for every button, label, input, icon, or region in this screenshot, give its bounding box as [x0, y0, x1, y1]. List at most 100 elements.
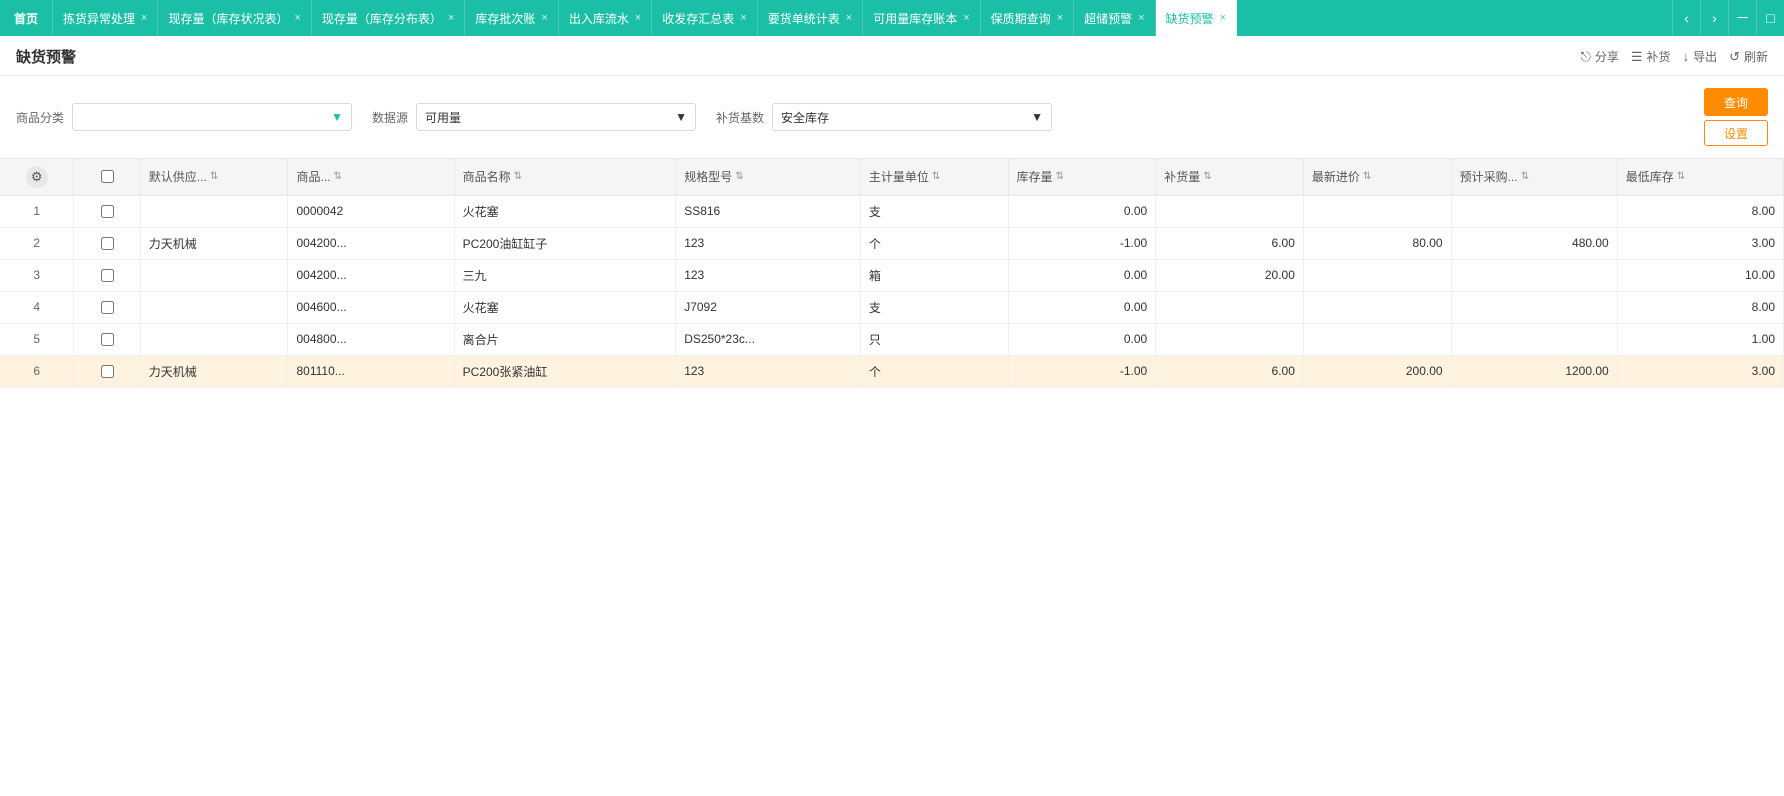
- col-purchase-sort-icon: ⇅: [1521, 171, 1529, 182]
- query-button[interactable]: 查询: [1704, 88, 1768, 116]
- nav-tab-10-close[interactable]: ×: [1138, 12, 1144, 24]
- col-price-sort-icon: ⇅: [1363, 171, 1371, 182]
- row-price: [1303, 195, 1451, 227]
- row-purchase: [1451, 195, 1617, 227]
- nav-tab-6-close[interactable]: ×: [740, 12, 746, 24]
- nav-tab-6[interactable]: 收发存汇总表 ×: [652, 0, 757, 36]
- row-stock: -1.00: [1008, 355, 1156, 387]
- nav-tab-5[interactable]: 出入库流水 ×: [559, 0, 652, 36]
- category-arrow-icon: ▼: [331, 110, 343, 124]
- row-supplier: 力天机械: [140, 227, 288, 259]
- row-purchase: 1200.00: [1451, 355, 1617, 387]
- col-header-replenish[interactable]: 补货量 ⇅: [1156, 159, 1304, 195]
- row-purchase: [1451, 259, 1617, 291]
- nav-tab-2[interactable]: 现存量（库存状况表） ×: [158, 0, 311, 36]
- row-index: 3: [0, 259, 74, 291]
- row-minstock: 8.00: [1617, 195, 1783, 227]
- nav-tab-3-close[interactable]: ×: [448, 12, 454, 24]
- category-filter-group: 商品分类 ▼: [16, 103, 352, 131]
- table-row: 3 004200... 三九 123 箱 0.00 20.00 10.00: [0, 259, 1784, 291]
- row-stock: 0.00: [1008, 195, 1156, 227]
- nav-tab-home-label: 首页: [14, 10, 38, 27]
- nav-tab-9-close[interactable]: ×: [1057, 12, 1063, 24]
- row-checkbox[interactable]: [101, 333, 114, 346]
- table-row: 5 004800... 离合片 DS250*23c... 只 0.00 1.00: [0, 323, 1784, 355]
- nav-tab-9-label: 保质期查询: [991, 10, 1051, 27]
- row-checkbox[interactable]: [101, 205, 114, 218]
- table-row: 6 力天机械 801110... PC200张紧油缸 123 个 -1.00 6…: [0, 355, 1784, 387]
- column-settings-icon[interactable]: ⚙: [26, 166, 48, 188]
- col-header-stock[interactable]: 库存量 ⇅: [1008, 159, 1156, 195]
- category-select[interactable]: ▼: [72, 103, 352, 131]
- row-replenish: 6.00: [1156, 227, 1304, 259]
- row-code: 004200...: [288, 259, 454, 291]
- share-button[interactable]: ⎋ 分享: [1581, 48, 1619, 65]
- refresh-icon: ↺: [1729, 49, 1740, 65]
- page-title: 缺货预警: [16, 46, 76, 67]
- nav-tab-8-close[interactable]: ×: [963, 12, 969, 24]
- col-header-purchase[interactable]: 预计采购... ⇅: [1451, 159, 1617, 195]
- nav-tab-9[interactable]: 保质期查询 ×: [981, 0, 1074, 36]
- datasource-value: 可用量: [425, 109, 461, 126]
- export-button[interactable]: ↓ 导出: [1683, 48, 1718, 65]
- nav-tab-2-close[interactable]: ×: [294, 12, 300, 24]
- row-checkbox[interactable]: [101, 365, 114, 378]
- row-code: 004200...: [288, 227, 454, 259]
- nav-tab-10[interactable]: 超储预警 ×: [1074, 0, 1155, 36]
- refresh-button[interactable]: ↺ 刷新: [1729, 48, 1768, 65]
- nav-tab-4-close[interactable]: ×: [541, 12, 547, 24]
- col-header-name[interactable]: 商品名称 ⇅: [454, 159, 676, 195]
- col-header-price[interactable]: 最新进价 ⇅: [1303, 159, 1451, 195]
- col-replenish-sort-icon: ⇅: [1203, 171, 1211, 182]
- col-header-supplier[interactable]: 默认供应... ⇅: [140, 159, 288, 195]
- row-price: [1303, 323, 1451, 355]
- replenish-button[interactable]: ☰ 补货: [1631, 48, 1671, 65]
- nav-tab-4-label: 库存批次账: [475, 10, 535, 27]
- nav-tab-7-close[interactable]: ×: [846, 12, 852, 24]
- replenish-base-arrow-icon: ▼: [1031, 110, 1043, 124]
- row-replenish: [1156, 323, 1304, 355]
- col-header-spec[interactable]: 规格型号 ⇅: [676, 159, 861, 195]
- nav-tab-10-label: 超储预警: [1084, 10, 1132, 27]
- share-icon: ⎋: [1581, 49, 1591, 65]
- select-all-checkbox[interactable]: [101, 170, 114, 183]
- row-spec: DS250*23c...: [676, 323, 861, 355]
- replenish-base-select[interactable]: 安全库存 ▼: [772, 103, 1052, 131]
- nav-tab-8[interactable]: 可用量库存账本 ×: [863, 0, 980, 36]
- datasource-select[interactable]: 可用量 ▼: [416, 103, 696, 131]
- nav-tab-11-close[interactable]: ×: [1220, 12, 1226, 24]
- nav-tab-3[interactable]: 现存量（库存分布表） ×: [312, 0, 465, 36]
- row-supplier: [140, 323, 288, 355]
- nav-next-btn[interactable]: ›: [1700, 0, 1728, 36]
- nav-tab-5-close[interactable]: ×: [635, 12, 641, 24]
- datasource-arrow-icon: ▼: [675, 110, 687, 124]
- row-price: [1303, 259, 1451, 291]
- nav-prev-btn[interactable]: ‹: [1672, 0, 1700, 36]
- row-minstock: 10.00: [1617, 259, 1783, 291]
- row-code: 004800...: [288, 323, 454, 355]
- nav-tab-7[interactable]: 要货单统计表 ×: [758, 0, 863, 36]
- row-checkbox[interactable]: [101, 237, 114, 250]
- nav-tab-4[interactable]: 库存批次账 ×: [465, 0, 558, 36]
- nav-tab-11[interactable]: 缺货预警 ×: [1156, 0, 1237, 36]
- col-header-code[interactable]: 商品... ⇅: [288, 159, 454, 195]
- nav-tab-1[interactable]: 拣货异常处理 ×: [53, 0, 158, 36]
- col-header-minstock[interactable]: 最低库存 ⇅: [1617, 159, 1783, 195]
- table-container: ⚙ 默认供应... ⇅: [0, 159, 1784, 388]
- top-nav: 首页 拣货异常处理 × 现存量（库存状况表） × 现存量（库存分布表） × 库存…: [0, 0, 1784, 36]
- settings-button[interactable]: 设置: [1704, 120, 1768, 146]
- col-header-unit[interactable]: 主计量单位 ⇅: [860, 159, 1008, 195]
- row-checkbox[interactable]: [101, 301, 114, 314]
- nav-minimize-btn[interactable]: －: [1728, 0, 1756, 36]
- nav-tab-1-label: 拣货异常处理: [63, 10, 135, 27]
- row-spec: J7092: [676, 291, 861, 323]
- row-checkbox[interactable]: [101, 269, 114, 282]
- replenish-base-label: 补货基数: [716, 109, 764, 126]
- nav-tab-1-close[interactable]: ×: [141, 12, 147, 24]
- nav-maximize-btn[interactable]: □: [1756, 0, 1784, 36]
- nav-tab-8-label: 可用量库存账本: [873, 10, 957, 27]
- row-supplier: [140, 195, 288, 227]
- nav-tab-home[interactable]: 首页: [0, 0, 53, 36]
- col-code-label: 商品...: [296, 168, 330, 185]
- row-checkbox-cell: [74, 291, 140, 323]
